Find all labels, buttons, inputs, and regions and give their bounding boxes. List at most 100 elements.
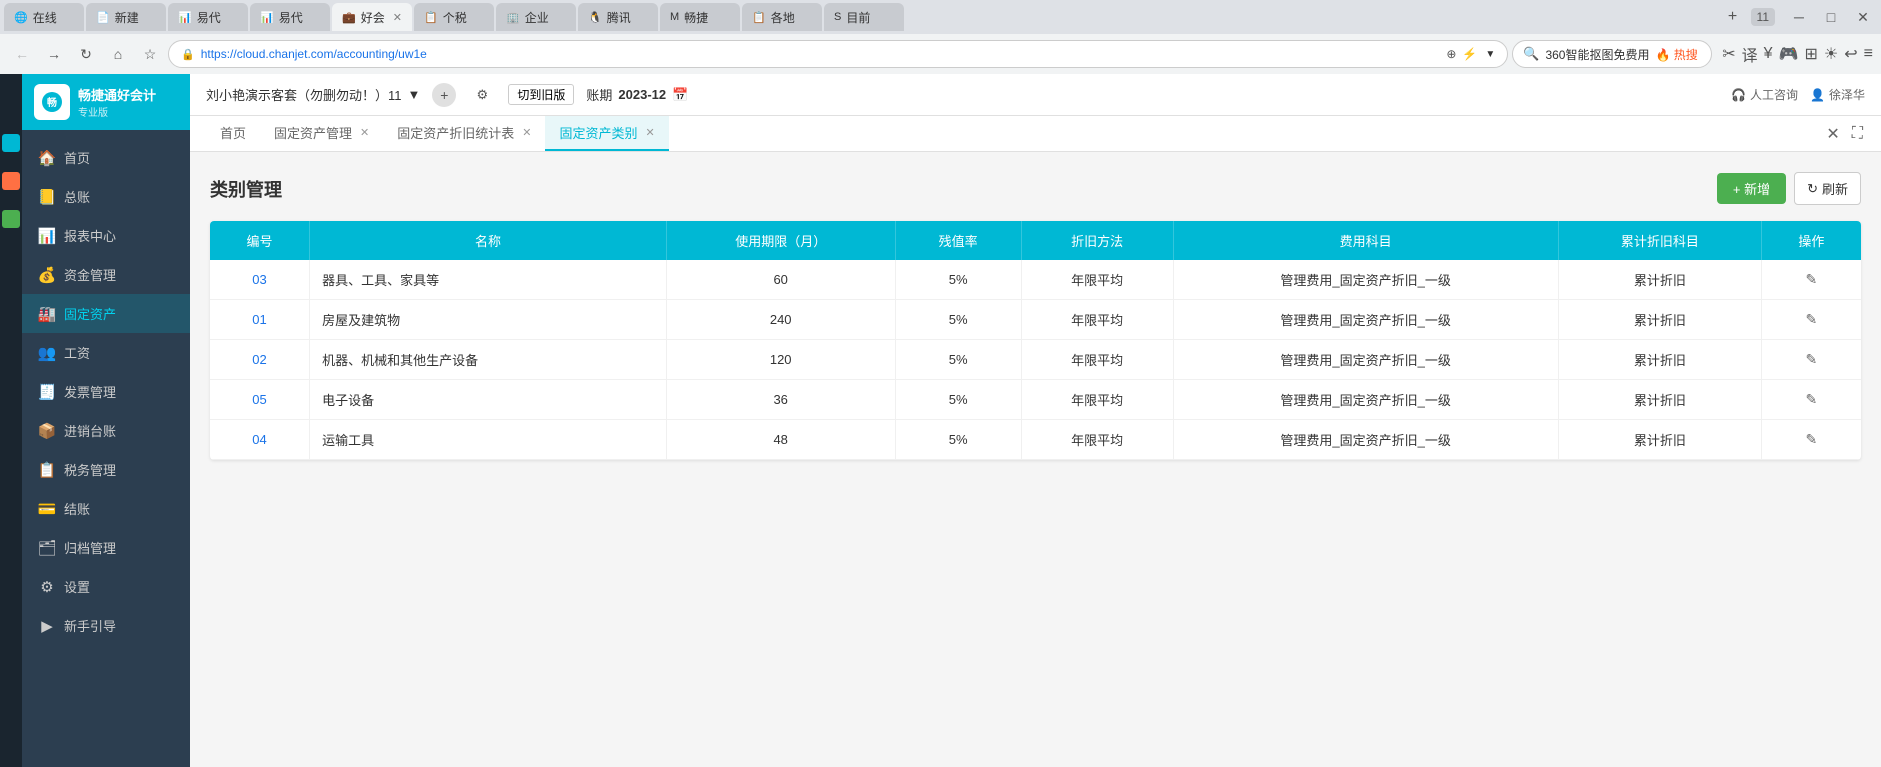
close-btn[interactable]: ✕ — [1849, 3, 1877, 31]
edit-icon-4[interactable]: ✎ — [1806, 431, 1818, 447]
page-tab-home[interactable]: 首页 — [206, 116, 260, 151]
table-row: 04运输工具485%年限平均管理费用_固定资产折旧_一级累计折旧✎ — [210, 420, 1861, 460]
browser-tab-t7[interactable]: 🏢企业 — [496, 3, 576, 31]
browser-tab-t4[interactable]: 📊易代 — [250, 3, 330, 31]
row-0-name: 器具、工具、家具等 — [310, 260, 667, 300]
game-icon[interactable]: 🎮 — [1779, 44, 1799, 64]
add-button[interactable]: + 新增 — [1717, 173, 1786, 204]
row-4-action[interactable]: ✎ — [1761, 420, 1861, 460]
sidebar-item-purchase_sales[interactable]: 📦进销台账 — [22, 411, 190, 450]
sidebar-item-settlement[interactable]: 💳结账 — [22, 489, 190, 528]
settings-btn[interactable]: ⚙ — [468, 81, 496, 109]
browser-tab-t9[interactable]: M畅捷 — [660, 3, 740, 31]
row-4-method: 年限平均 — [1021, 420, 1173, 460]
tab-favicon-t10: 📋 — [752, 11, 766, 24]
consult-button[interactable]: 🎧 人工咨询 — [1731, 86, 1798, 103]
undo-icon[interactable]: ↩ — [1844, 44, 1857, 64]
sidebar-item-invoice[interactable]: 🧾发票管理 — [22, 372, 190, 411]
switch-version-btn[interactable]: 切到旧版 — [508, 84, 574, 105]
sidebar-item-guide[interactable]: ▶新手引导 — [22, 606, 190, 645]
refresh-button[interactable]: ↻ 刷新 — [1794, 172, 1861, 205]
sidebar-item-ledger[interactable]: 📒总账 — [22, 177, 190, 216]
wallet-icon[interactable]: ¥ — [1764, 45, 1773, 63]
add-company-btn[interactable]: + — [432, 83, 456, 107]
page-tab-depreciation_table[interactable]: 固定资产折旧统计表✕ — [383, 116, 545, 151]
scissors-icon[interactable]: ✂ — [1722, 44, 1735, 64]
browser-tab-t2[interactable]: 📄新建 — [86, 3, 166, 31]
browser-tab-t11[interactable]: S目前 — [824, 3, 904, 31]
address-bar[interactable]: 🔒 https://cloud.chanjet.com/accounting/u… — [168, 40, 1508, 68]
browser-tab-t6[interactable]: 📋个税 — [414, 3, 494, 31]
edit-icon-1[interactable]: ✎ — [1806, 311, 1818, 327]
sidebar-item-tax[interactable]: 📋税务管理 — [22, 450, 190, 489]
code-link-4[interactable]: 04 — [252, 432, 266, 447]
star-button[interactable]: ☆ — [136, 40, 164, 68]
page-tab-category[interactable]: 固定资产类别 ✕ — [545, 116, 668, 151]
row-3-action[interactable]: ✎ — [1761, 380, 1861, 420]
browser-tab-t1[interactable]: 🌐在线 — [4, 3, 84, 31]
row-0-method: 年限平均 — [1021, 260, 1173, 300]
row-0-action[interactable]: ✎ — [1761, 260, 1861, 300]
restore-btn[interactable]: □ — [1817, 3, 1845, 31]
forward-button[interactable]: → — [40, 40, 68, 68]
nav-icon-ledger: 📒 — [38, 188, 56, 206]
row-2-action[interactable]: ✎ — [1761, 340, 1861, 380]
tab-fullscreen-btn[interactable]: ⛶ — [1850, 123, 1865, 145]
row-1-action[interactable]: ✎ — [1761, 300, 1861, 340]
top-user-info: 刘小艳演示客套（勿删勿动！）11 ▼ — [206, 85, 420, 104]
tab-collapse-btn[interactable]: ✕ — [1824, 122, 1841, 146]
row-4-accumulated: 累计折旧 — [1558, 420, 1761, 460]
user-avatar-area[interactable]: 👤 徐泽华 — [1810, 86, 1865, 103]
edit-icon-2[interactable]: ✎ — [1806, 351, 1818, 367]
user-name-label: 徐泽华 — [1829, 86, 1865, 103]
row-0-period: 60 — [666, 260, 895, 300]
calendar-icon[interactable]: 📅 — [672, 87, 688, 103]
browser-tab-t8[interactable]: 🐧腾讯 — [578, 3, 658, 31]
grid-icon[interactable]: ⊞ — [1805, 44, 1818, 64]
page-tab-label-category: 固定资产类别 — [559, 123, 637, 142]
tab-label-t2: 新建 — [115, 9, 139, 26]
page-tab-close-category[interactable]: ✕ — [646, 126, 655, 139]
code-link-0[interactable]: 03 — [252, 272, 266, 287]
reload-button[interactable]: ↻ — [72, 40, 100, 68]
code-link-3[interactable]: 05 — [252, 392, 266, 407]
code-link-1[interactable]: 01 — [252, 312, 266, 327]
back-button[interactable]: ← — [8, 40, 36, 68]
tab-label-t8: 腾讯 — [607, 9, 631, 26]
sidebar-item-reports[interactable]: 📊报表中心 — [22, 216, 190, 255]
home-button[interactable]: ⌂ — [104, 40, 132, 68]
sidebar-item-fixed_assets[interactable]: 🏭固定资产 — [22, 294, 190, 333]
nav-icon-payroll: 👥 — [38, 344, 56, 362]
browser-tabs: 🌐在线📄新建📊易代📊易代💼好会✕📋个税🏢企业🐧腾讯M畅捷📋各地S目前 + 11 … — [0, 0, 1881, 34]
row-4-expense: 管理费用_固定资产折旧_一级 — [1173, 420, 1558, 460]
minimize-btn[interactable]: ─ — [1785, 3, 1813, 31]
search-bar[interactable]: 🔍 360智能抠图免费用 🔥 热搜 — [1512, 40, 1712, 68]
nav-icon-invoice: 🧾 — [38, 383, 56, 401]
sidebar-item-home[interactable]: 🏠首页 — [22, 138, 190, 177]
page-tab-close-depreciation_table[interactable]: ✕ — [522, 126, 531, 139]
code-link-2[interactable]: 02 — [252, 352, 266, 367]
edit-icon-3[interactable]: ✎ — [1806, 391, 1818, 407]
row-1-accumulated: 累计折旧 — [1558, 300, 1761, 340]
tab-close-t5[interactable]: ✕ — [393, 11, 402, 24]
sidebar-item-payroll[interactable]: 👥工资 — [22, 333, 190, 372]
page-tab-fixed_mgmt[interactable]: 固定资产管理✕ — [260, 116, 383, 151]
new-tab-button[interactable]: + — [1719, 3, 1747, 31]
browser-tab-t5[interactable]: 💼好会✕ — [332, 3, 412, 31]
browser-tab-t10[interactable]: 📋各地 — [742, 3, 822, 31]
browser-tab-t3[interactable]: 📊易代 — [168, 3, 248, 31]
brightness-icon[interactable]: ☀ — [1824, 44, 1838, 64]
sidebar-item-archive[interactable]: 🗂归档管理 — [22, 528, 190, 567]
table-row: 03器具、工具、家具等605%年限平均管理费用_固定资产折旧_一级累计折旧✎ — [210, 260, 1861, 300]
col-header-7: 操作 — [1761, 221, 1861, 260]
sidebar-item-settings[interactable]: ⚙设置 — [22, 567, 190, 606]
edge-bar — [0, 74, 22, 767]
sidebar-item-funds[interactable]: 💰资金管理 — [22, 255, 190, 294]
menu-icon[interactable]: ≡ — [1864, 45, 1873, 63]
user-dropdown-arrow[interactable]: ▼ — [408, 87, 421, 102]
translate-icon[interactable]: 译 — [1742, 42, 1758, 66]
table-row: 01房屋及建筑物2405%年限平均管理费用_固定资产折旧_一级累计折旧✎ — [210, 300, 1861, 340]
tab-label-t6: 个税 — [443, 9, 467, 26]
edit-icon-0[interactable]: ✎ — [1806, 271, 1818, 287]
page-tab-close-fixed_mgmt[interactable]: ✕ — [360, 126, 369, 139]
